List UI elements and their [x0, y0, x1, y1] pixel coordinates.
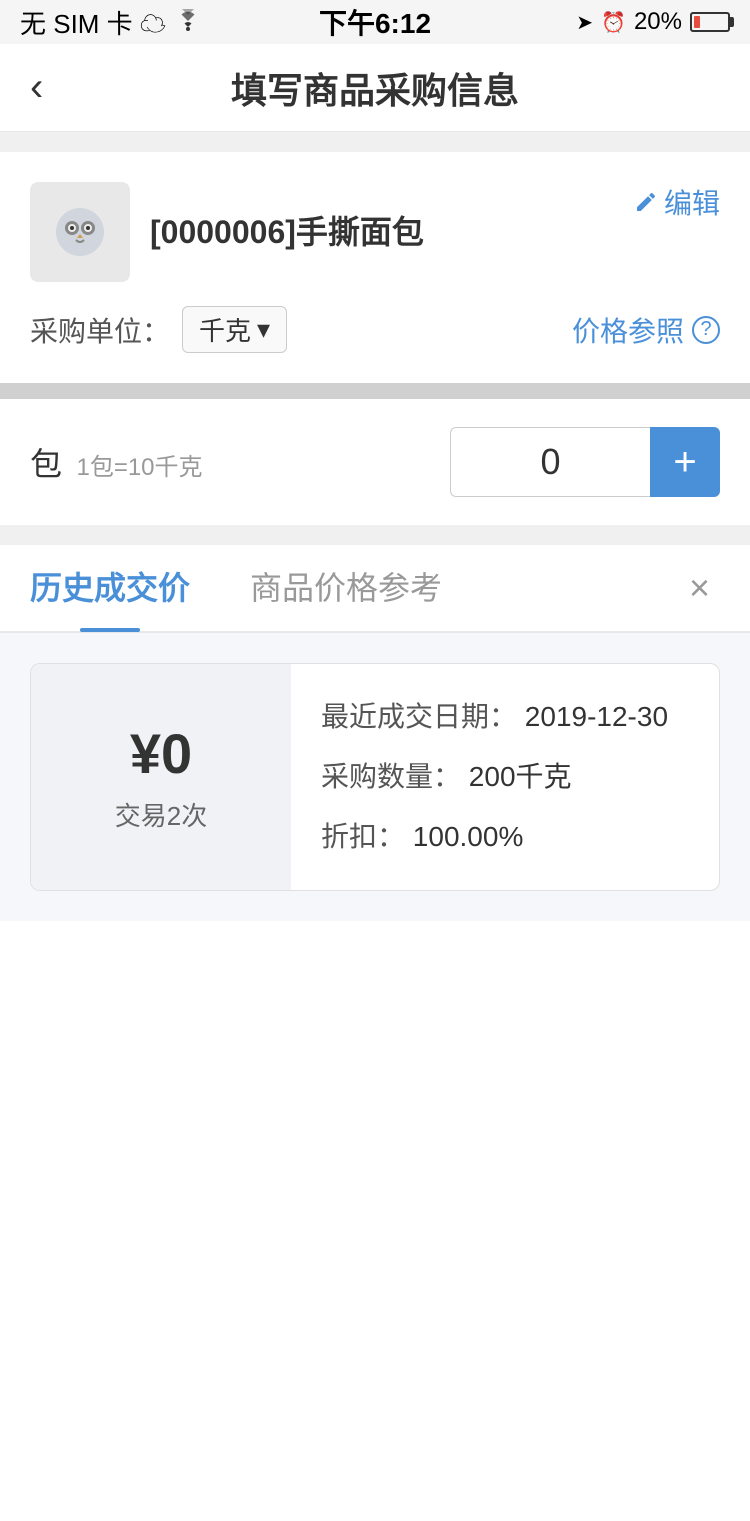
status-left: 无 SIM 卡 ☁ [20, 4, 202, 41]
battery-icon [690, 12, 730, 32]
unit-select[interactable]: 千克 ▾ [182, 306, 287, 353]
trade-count: 交易2次 [115, 796, 207, 833]
tab-history-price[interactable]: 历史成交价 [30, 544, 190, 632]
tab-history-price-label: 历史成交价 [30, 563, 190, 609]
discount-value: 100.00% [413, 821, 524, 852]
purchase-qty-label: 采购数量： [321, 761, 461, 792]
discount-label: 折扣： [321, 821, 405, 852]
status-time: 下午6:12 [319, 2, 431, 42]
purchase-qty-value: 200千克 [469, 761, 572, 792]
tab-items: 历史成交价 商品价格参考 [30, 544, 442, 632]
unit-label: 采购单位： [30, 310, 170, 350]
wifi-icon [174, 7, 202, 38]
purchase-qty-row: 采购数量： 200千克 [321, 756, 689, 798]
status-right: ➤ ⏰ 20% [576, 8, 730, 36]
gray-divider [0, 383, 750, 399]
quantity-section: 包 1包=10千克 0 + [0, 399, 750, 525]
unit-section: 采购单位： 千克 ▾ [30, 306, 287, 353]
status-bar: 无 SIM 卡 ☁ 下午6:12 ➤ ⏰ 20% [0, 0, 750, 44]
product-left: [0000006]手撕面包 [30, 182, 424, 282]
card-details: 最近成交日期： 2019-12-30 采购数量： 200千克 折扣： 100.0… [291, 664, 719, 890]
quantity-field[interactable]: 0 [450, 427, 650, 497]
tab-header: 历史成交价 商品价格参考 × [0, 545, 750, 633]
price-display: ¥0 [130, 721, 192, 786]
edit-label: 编辑 [664, 182, 720, 222]
page-title: 填写商品采购信息 [231, 62, 519, 114]
recent-date-row: 最近成交日期： 2019-12-30 [321, 696, 689, 738]
discount-row: 折扣： 100.00% [321, 816, 689, 858]
price-ref-label: 价格参照 [572, 310, 684, 350]
tab-close-button[interactable]: × [679, 557, 720, 619]
product-image [30, 182, 130, 282]
header: ‹ 填写商品采购信息 [0, 44, 750, 132]
quantity-plus-button[interactable]: + [650, 427, 720, 497]
no-sim-text: 无 SIM 卡 ☁ [20, 4, 166, 41]
quantity-label-area: 包 1包=10千克 [30, 439, 203, 485]
card-price-summary: ¥0 交易2次 [31, 664, 291, 890]
recent-date-label: 最近成交日期： [321, 701, 517, 732]
alarm-icon: ⏰ [601, 10, 626, 35]
product-name: [0000006]手撕面包 [150, 210, 424, 255]
unit-value: 千克 [199, 311, 251, 348]
card-content: ¥0 交易2次 最近成交日期： 2019-12-30 采购数量： 200千克 折… [0, 633, 750, 921]
product-bottom: 采购单位： 千克 ▾ 价格参照 ? [30, 306, 720, 353]
package-equality: 1包=10千克 [76, 454, 202, 481]
battery-percent: 20% [634, 8, 682, 36]
back-button[interactable]: ‹ [30, 65, 53, 110]
edit-button[interactable]: 编辑 [634, 182, 720, 222]
help-icon: ? [692, 316, 720, 344]
recent-date-value: 2019-12-30 [525, 701, 668, 732]
product-card: [0000006]手撕面包 编辑 采购单位： 千克 ▾ 价格参照 ? [0, 152, 750, 383]
package-label: 包 [30, 446, 62, 482]
location-icon: ➤ [576, 10, 593, 35]
bottom-whitespace [0, 921, 750, 1521]
quantity-input-area: 0 + [450, 427, 720, 497]
price-reference-button[interactable]: 价格参照 ? [572, 310, 720, 350]
tab-product-price-label: 商品价格参考 [250, 563, 442, 609]
dropdown-arrow-icon: ▾ [257, 314, 270, 345]
product-top: [0000006]手撕面包 编辑 [30, 182, 720, 282]
tab-product-price[interactable]: 商品价格参考 [250, 544, 442, 632]
history-card: ¥0 交易2次 最近成交日期： 2019-12-30 采购数量： 200千克 折… [30, 663, 720, 891]
tab-panel: 历史成交价 商品价格参考 × ¥0 交易2次 最近成交日期： 2019-12-3… [0, 545, 750, 921]
